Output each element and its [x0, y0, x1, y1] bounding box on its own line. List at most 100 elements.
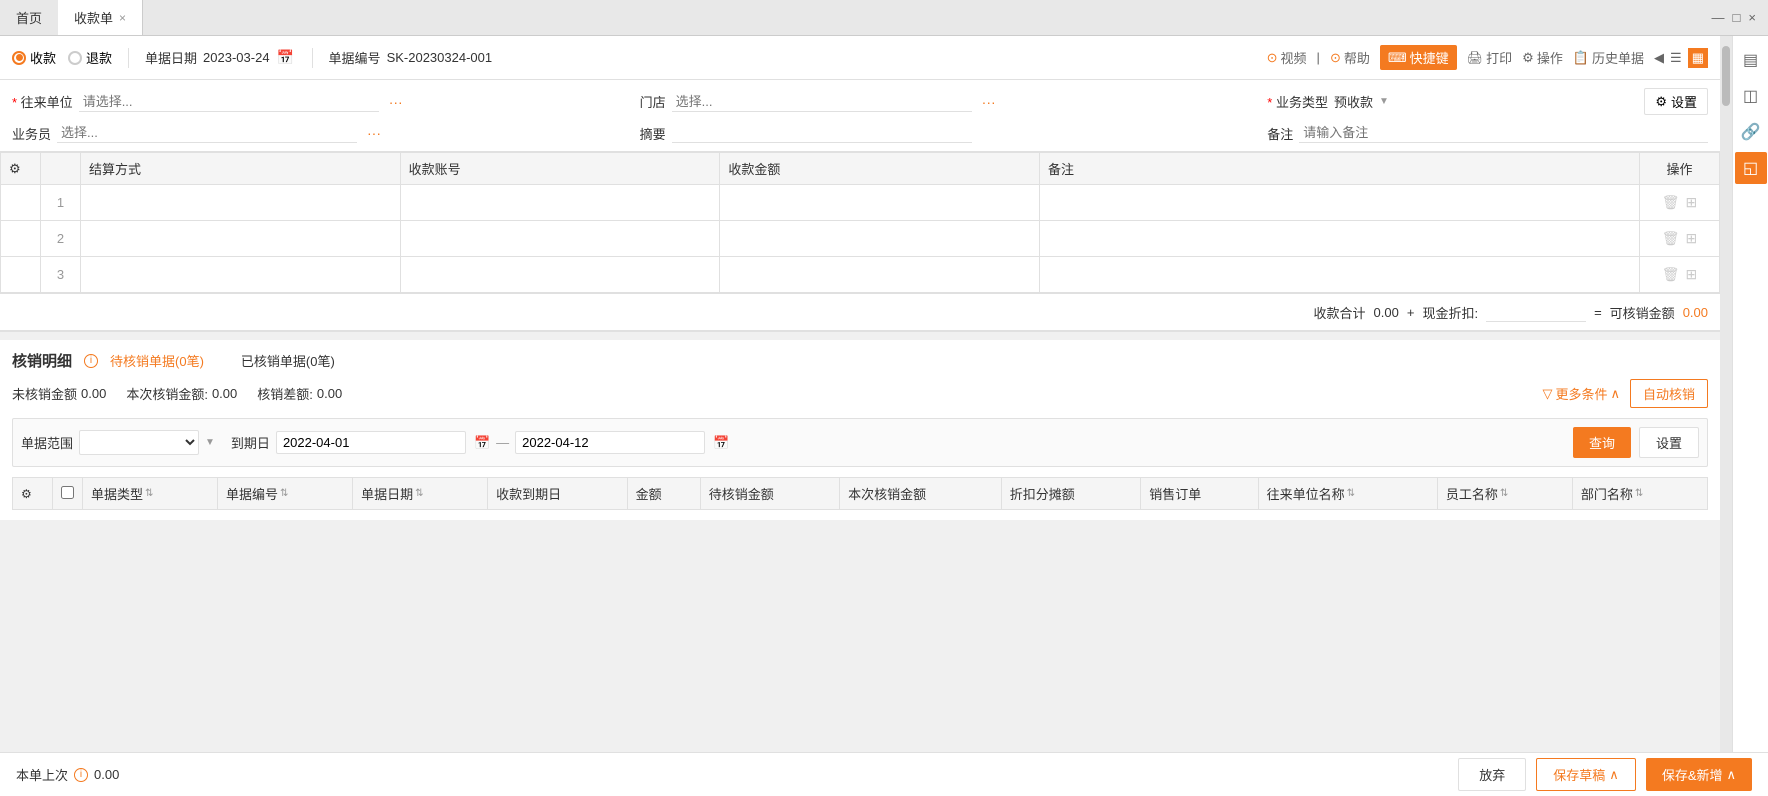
remark-input[interactable] — [1299, 123, 1708, 143]
td-settlement-3[interactable] — [81, 257, 401, 293]
summary-input[interactable] — [672, 123, 972, 143]
right-panel-link-icon[interactable]: 🔗 — [1735, 116, 1767, 148]
query-btn[interactable]: 查询 — [1573, 427, 1631, 458]
date-label: 单据日期 — [145, 48, 197, 67]
store-input[interactable] — [672, 92, 972, 112]
per-page-info-icon[interactable]: i — [74, 768, 88, 782]
td-amount-3[interactable] — [720, 257, 1040, 293]
business-type-field: 业务类型 预收款 ▼ ⚙ 设置 — [1267, 88, 1708, 115]
grid-icon[interactable]: ▦ — [1688, 48, 1708, 68]
right-panel-expand-icon[interactable]: ◱ — [1735, 152, 1767, 184]
td-account-3[interactable] — [400, 257, 720, 293]
verify-title: 核销明细 — [12, 350, 72, 371]
sort-doc-num[interactable]: ⇅ — [280, 488, 288, 499]
right-panel-table-icon[interactable]: ▤ — [1735, 44, 1767, 76]
td-num-3: 3 — [41, 257, 81, 293]
td-remark-2[interactable] — [1040, 221, 1640, 257]
counterpart-input[interactable] — [79, 92, 379, 112]
more-conditions-btn[interactable]: ▽ 更多条件 ∧ — [1542, 384, 1620, 403]
counterpart-label: 往来单位 — [12, 92, 73, 111]
save-new-arrow[interactable]: ∧ — [1726, 767, 1736, 783]
filter-right: 查询 设置 — [1573, 427, 1699, 458]
th-gear[interactable]: ⚙ — [13, 478, 53, 510]
calendar-from-icon[interactable]: 📅 — [474, 435, 490, 451]
shortcut-btn[interactable]: ⌨ 快捷键 — [1380, 45, 1457, 70]
radio-receipt[interactable]: 收款 — [12, 48, 56, 67]
operations-btn[interactable]: ⚙ 操作 — [1522, 48, 1563, 67]
receipt-table-section: ⚙ 结算方式 收款账号 收款金额 备注 — [0, 152, 1720, 293]
business-type-arrow[interactable]: ▼ — [1379, 96, 1389, 107]
th-checkbox[interactable] — [53, 478, 83, 510]
th-this-cancel: 本次核销金额 — [840, 478, 1002, 510]
delete-row-1[interactable]: 🗑 — [1662, 194, 1680, 211]
sort-dept[interactable]: ⇅ — [1635, 488, 1643, 499]
td-settlement-1[interactable] — [81, 185, 401, 221]
close-icon[interactable]: × — [1748, 10, 1756, 25]
staff-input[interactable] — [57, 123, 357, 143]
store-more[interactable]: ··· — [982, 94, 996, 110]
current-cancel-field: 本次核销金额: 0.00 — [126, 384, 237, 403]
td-account-1[interactable] — [400, 185, 720, 221]
auto-cancel-btn[interactable]: 自动核销 — [1630, 379, 1708, 408]
date-value: 2023-03-24 — [203, 50, 270, 65]
tab-close-icon[interactable]: × — [119, 11, 126, 25]
delete-row-2[interactable]: 🗑 — [1662, 230, 1680, 247]
due-date-from[interactable] — [276, 431, 466, 454]
history-btn[interactable]: 📋 历史单据 — [1573, 48, 1644, 67]
minimize-icon[interactable]: — — [1712, 10, 1725, 25]
counterpart-field: 往来单位 ··· — [12, 92, 600, 112]
pending-tab[interactable]: 待核销单据(0笔) — [110, 351, 204, 370]
tab-current[interactable]: 收款单 × — [58, 0, 143, 35]
help-icon: ⊙ — [1330, 50, 1341, 66]
sort-doc-type[interactable]: ⇅ — [145, 488, 153, 499]
scope-label: 单据范围 — [21, 433, 73, 452]
copy-row-2[interactable]: ⊞ — [1686, 230, 1698, 247]
done-tab[interactable]: 已核销单据(0笔) — [241, 351, 335, 370]
sort-partner[interactable]: ⇅ — [1347, 488, 1355, 499]
th-operations: 操作 — [1640, 153, 1720, 185]
maximize-icon[interactable]: □ — [1733, 10, 1741, 25]
discount-input[interactable] — [1486, 302, 1586, 322]
delete-row-3[interactable]: 🗑 — [1662, 266, 1680, 283]
td-amount-1[interactable] — [720, 185, 1040, 221]
verify-info-icon[interactable]: i — [84, 354, 98, 368]
tab-home[interactable]: 首页 — [0, 0, 58, 35]
tab-bar: 首页 收款单 × — □ × — [0, 0, 1768, 36]
scrollbar-thumb[interactable] — [1722, 46, 1730, 106]
copy-row-3[interactable]: ⊞ — [1686, 266, 1698, 283]
save-draft-arrow[interactable]: ∧ — [1609, 767, 1619, 783]
staff-more[interactable]: ··· — [367, 125, 381, 141]
td-amount-2[interactable] — [720, 221, 1040, 257]
sort-doc-date[interactable]: ⇅ — [415, 488, 423, 499]
help-btn[interactable]: ⊙ 帮助 — [1330, 48, 1370, 67]
calendar-to-icon[interactable]: 📅 — [713, 435, 729, 451]
copy-row-1[interactable]: ⊞ — [1686, 194, 1698, 211]
list-icon[interactable]: ☰ — [1670, 50, 1682, 66]
td-remark-3[interactable] — [1040, 257, 1640, 293]
filter-settings-btn[interactable]: 设置 — [1639, 427, 1699, 458]
td-actions-1: 🗑 ⊞ — [1640, 185, 1720, 221]
settings-btn[interactable]: ⚙ 设置 — [1644, 88, 1708, 115]
scope-select[interactable] — [79, 430, 199, 455]
prev-icon[interactable]: ◀ — [1654, 50, 1664, 66]
counterpart-more[interactable]: ··· — [389, 94, 403, 110]
due-date-to[interactable] — [515, 431, 705, 454]
radio-refund[interactable]: 退款 — [68, 48, 112, 67]
video-btn[interactable]: ⊙ 视频 — [1267, 48, 1307, 67]
td-remark-1[interactable] — [1040, 185, 1640, 221]
save-new-btn[interactable]: 保存&新增 ∧ — [1646, 758, 1752, 791]
table-row: 2 🗑 ⊞ — [1, 221, 1720, 257]
select-all-checkbox[interactable] — [61, 486, 74, 499]
td-account-2[interactable] — [400, 221, 720, 257]
print-btn[interactable]: 🖨 打印 — [1467, 48, 1513, 67]
td-settlement-2[interactable] — [81, 221, 401, 257]
scrollbar[interactable] — [1720, 36, 1732, 752]
form-row-1: 往来单位 ··· 门店 ··· 业务类型 预收款 ▼ ⚙ 设置 — [12, 88, 1708, 115]
abandon-btn[interactable]: 放弃 — [1458, 758, 1526, 791]
th-dept-name: 部门名称⇅ — [1572, 478, 1707, 510]
sort-employee[interactable]: ⇅ — [1500, 488, 1508, 499]
save-draft-btn[interactable]: 保存草稿 ∧ — [1536, 758, 1636, 791]
right-panel-doc-icon[interactable]: ◫ — [1735, 80, 1767, 112]
calendar-icon[interactable]: 📅 — [276, 48, 296, 68]
th-settings[interactable]: ⚙ — [1, 153, 41, 185]
